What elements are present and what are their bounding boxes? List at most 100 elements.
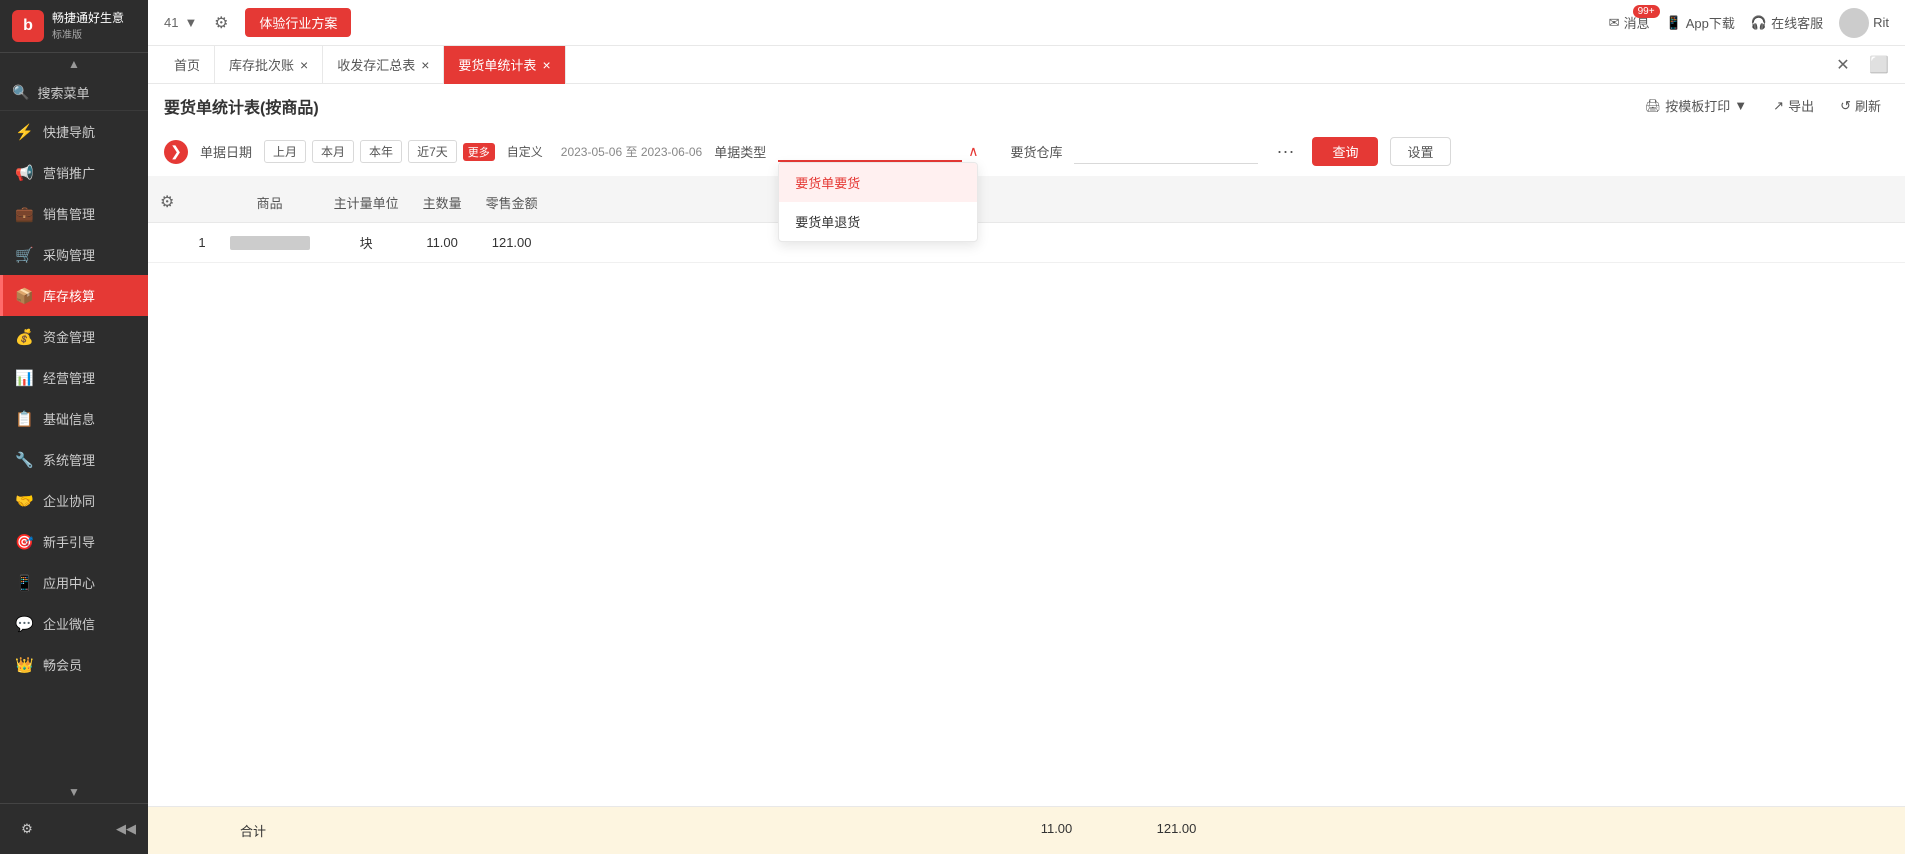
tabs-close-all-btn[interactable]: ✕ bbox=[1829, 51, 1857, 79]
messages-badge: 99+ bbox=[1633, 5, 1660, 18]
dropdown-item-order-return[interactable]: 要货单退货 bbox=[779, 202, 977, 241]
tab-recv-summary[interactable]: 收发存汇总表 × bbox=[323, 46, 444, 84]
tab-home-label: 首页 bbox=[174, 55, 200, 74]
data-table: ⚙ 商品 主计量单位 主数量 零售金额 1 bbox=[148, 182, 1905, 263]
search-icon: 🔍 bbox=[12, 84, 29, 101]
sidebar-settings-btn[interactable]: ⚙ bbox=[12, 814, 42, 844]
service-icon: 🎧 bbox=[1751, 15, 1767, 31]
tab-order-stats-close[interactable]: × bbox=[542, 58, 550, 72]
date-btn-this-year[interactable]: 本年 bbox=[360, 140, 402, 163]
sidebar-item-operations[interactable]: 📊 经营管理 bbox=[0, 357, 148, 398]
tab-order-stats[interactable]: 要货单统计表 × bbox=[444, 46, 565, 84]
tab-inventory-batch[interactable]: 库存批次账 × bbox=[215, 46, 323, 84]
sidebar-item-label: 经营管理 bbox=[43, 368, 95, 387]
logo-icon: b bbox=[12, 10, 44, 42]
sidebar-scroll-down[interactable]: ▼ bbox=[0, 781, 148, 803]
filter-panel: ❯ 单据日期 上月 本月 本年 近7天 更多 自定义 2023-05-06 至 … bbox=[148, 127, 1905, 176]
online-service-label: 在线客服 bbox=[1771, 13, 1823, 32]
print-label: 按模板打印 bbox=[1665, 96, 1730, 115]
footer-amount: 121.00 bbox=[1117, 817, 1237, 844]
page-title: 要货单统计表(按商品) bbox=[164, 94, 319, 118]
sidebar-item-inventory[interactable]: 📦 库存核算 bbox=[0, 275, 148, 316]
export-label: 导出 bbox=[1788, 96, 1814, 115]
sidebar-item-member[interactable]: 👑 畅会员 bbox=[0, 644, 148, 685]
date-more-tag[interactable]: 更多 bbox=[463, 143, 495, 161]
table-wrapper: ⚙ 商品 主计量单位 主数量 零售金额 1 bbox=[148, 182, 1905, 806]
inventory-icon: 📦 bbox=[15, 287, 33, 305]
settings-btn[interactable]: 设置 bbox=[1390, 137, 1450, 166]
col-settings[interactable]: ⚙ bbox=[148, 182, 186, 223]
quick-nav-icon: ⚡ bbox=[15, 123, 33, 141]
row-quantity: 11.00 bbox=[411, 223, 474, 263]
main-content: 41 ▼ ⚙ 体验行业方案 ✉ 消息 99+ 📱 App下载 🎧 在线客服 bbox=[148, 0, 1905, 854]
tabs-maximize-btn[interactable]: ⬜ bbox=[1865, 51, 1893, 79]
topbar: 41 ▼ ⚙ 体验行业方案 ✉ 消息 99+ 📱 App下载 🎧 在线客服 bbox=[148, 0, 1905, 46]
type-dropdown-chevron[interactable]: ∧ bbox=[968, 143, 978, 160]
purchase-icon: 🛒 bbox=[15, 246, 33, 264]
tab-order-stats-label: 要货单统计表 bbox=[458, 55, 536, 74]
industry-btn[interactable]: 体验行业方案 bbox=[245, 8, 351, 37]
sidebar-scroll-up[interactable]: ▲ bbox=[0, 53, 148, 75]
tab-inventory-batch-close[interactable]: × bbox=[300, 58, 308, 72]
date-btn-last-month[interactable]: 上月 bbox=[264, 140, 306, 163]
filter-row: ❯ 单据日期 上月 本月 本年 近7天 更多 自定义 2023-05-06 至 … bbox=[164, 137, 1889, 166]
sidebar-item-purchase[interactable]: 🛒 采购管理 bbox=[0, 234, 148, 275]
messages-btn[interactable]: ✉ 消息 99+ bbox=[1609, 13, 1650, 32]
settings-icon: ⚙ bbox=[21, 821, 33, 837]
type-input[interactable] bbox=[778, 141, 962, 162]
app-icon: 📱 bbox=[1666, 15, 1682, 31]
export-btn[interactable]: ↗ 导出 bbox=[1765, 92, 1822, 119]
sidebar-item-label: 企业协同 bbox=[43, 491, 95, 510]
app-download-btn[interactable]: 📱 App下载 bbox=[1666, 13, 1735, 32]
query-btn[interactable]: 查询 bbox=[1312, 137, 1378, 166]
filter-more-btn[interactable]: ··· bbox=[1270, 141, 1300, 162]
sidebar-item-label: 系统管理 bbox=[43, 450, 95, 469]
refresh-btn[interactable]: ↺ 刷新 bbox=[1832, 92, 1889, 119]
finance-icon: 💰 bbox=[15, 328, 33, 346]
date-custom-btn[interactable]: 自定义 bbox=[501, 141, 549, 162]
tab-recv-summary-close[interactable]: × bbox=[421, 58, 429, 72]
dropdown-item-order-goods[interactable]: 要货单要货 bbox=[779, 163, 977, 202]
sidebar-item-label: 快捷导航 bbox=[43, 122, 95, 141]
tab-home[interactable]: 首页 bbox=[160, 46, 215, 84]
type-label: 单据类型 bbox=[714, 142, 766, 161]
col-extra bbox=[550, 182, 1905, 223]
sidebar-item-basic-info[interactable]: 📋 基础信息 bbox=[0, 398, 148, 439]
tab-inventory-batch-label: 库存批次账 bbox=[229, 55, 294, 74]
sidebar-item-app-center[interactable]: 📱 应用中心 bbox=[0, 562, 148, 603]
sidebar-item-finance[interactable]: 💰 资金管理 bbox=[0, 316, 148, 357]
row-index: 1 bbox=[186, 223, 217, 263]
sidebar-item-system[interactable]: 🔧 系统管理 bbox=[0, 439, 148, 480]
guide-icon: 🎯 bbox=[15, 533, 33, 551]
sidebar-item-quick-nav[interactable]: ⚡ 快捷导航 bbox=[0, 111, 148, 152]
footer-quantity: 11.00 bbox=[997, 817, 1117, 844]
filter-toggle-btn[interactable]: ❯ bbox=[164, 140, 188, 164]
sidebar-search-item[interactable]: 🔍 搜索菜单 bbox=[0, 75, 148, 111]
store-selector[interactable]: 41 ▼ bbox=[164, 15, 197, 30]
topbar-left: 41 ▼ ⚙ 体验行业方案 bbox=[164, 8, 1609, 37]
date-options: 上月 本月 本年 近7天 更多 自定义 bbox=[264, 140, 549, 163]
sidebar-item-marketing[interactable]: 📢 营销推广 bbox=[0, 152, 148, 193]
tab-recv-summary-label: 收发存汇总表 bbox=[337, 55, 415, 74]
sidebar-item-enterprise[interactable]: 🤝 企业协同 bbox=[0, 480, 148, 521]
date-btn-last7days[interactable]: 近7天 bbox=[408, 140, 457, 163]
sidebar-item-wechat[interactable]: 💬 企业微信 bbox=[0, 603, 148, 644]
sidebar: b 畅捷通好生意 标准版 ▲ 🔍 搜索菜单 ⚡ 快捷导航 📢 营销推广 💼 销售… bbox=[0, 0, 148, 854]
date-btn-this-month[interactable]: 本月 bbox=[312, 140, 354, 163]
sidebar-item-label: 资金管理 bbox=[43, 327, 95, 346]
enterprise-icon: 🤝 bbox=[15, 492, 33, 510]
store-number: 41 bbox=[164, 15, 178, 30]
sidebar-item-label: 应用中心 bbox=[43, 573, 95, 592]
gear-button[interactable]: ⚙ bbox=[207, 9, 235, 37]
collapse-icon: ◀◀ bbox=[116, 821, 136, 836]
sidebar-collapse-btn[interactable]: ◀◀ bbox=[116, 821, 136, 837]
warehouse-input[interactable] bbox=[1074, 140, 1258, 164]
print-btn[interactable]: 🖨 按模板打印 ▼ bbox=[1637, 92, 1755, 119]
print-dropdown-icon: ▼ bbox=[1734, 98, 1747, 113]
sidebar-item-guide[interactable]: 🎯 新手引导 bbox=[0, 521, 148, 562]
col-amount: 零售金额 bbox=[474, 182, 550, 223]
footer-unit-placeholder bbox=[897, 817, 997, 844]
user-avatar[interactable]: Rit bbox=[1839, 8, 1889, 38]
online-service-btn[interactable]: 🎧 在线客服 bbox=[1751, 13, 1823, 32]
sidebar-item-sales[interactable]: 💼 销售管理 bbox=[0, 193, 148, 234]
